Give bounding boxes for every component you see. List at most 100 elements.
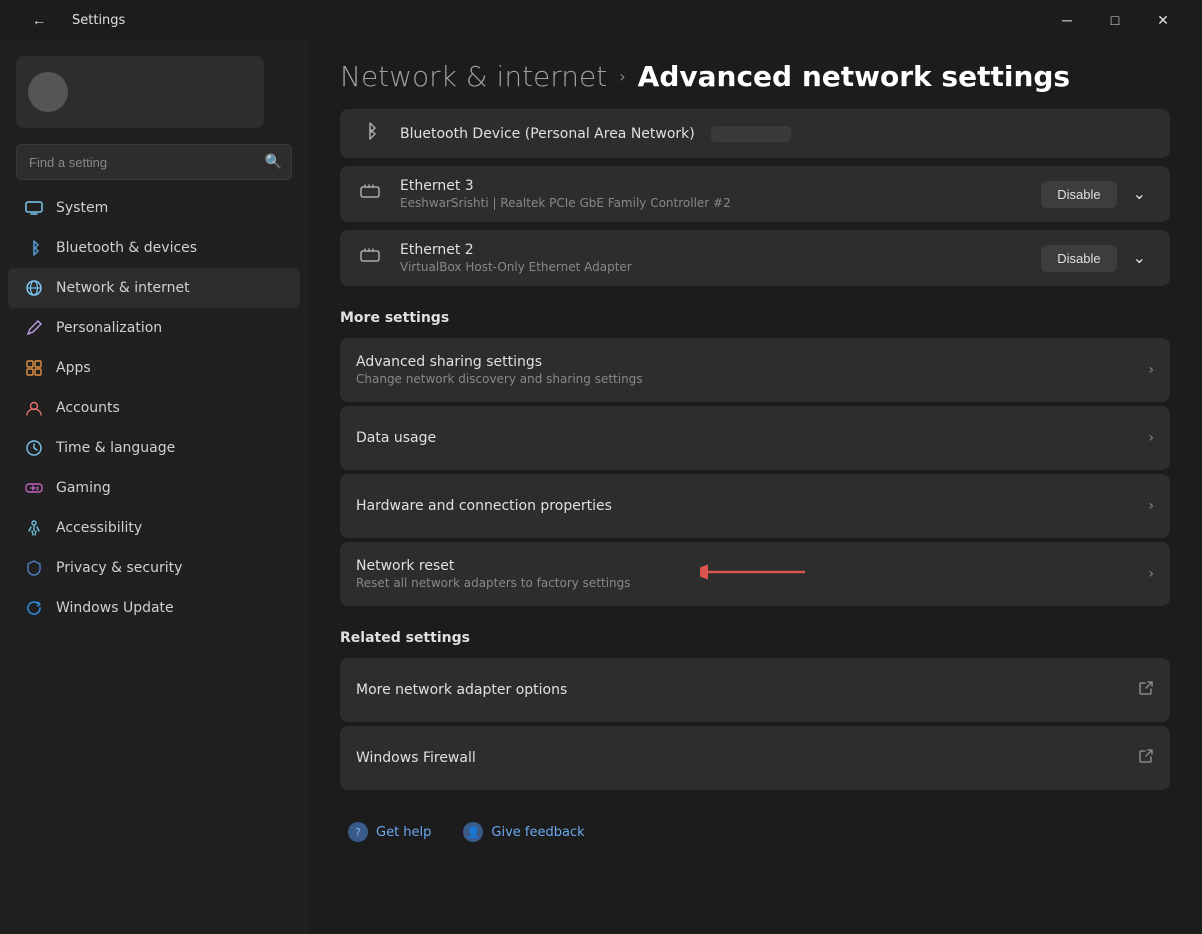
sidebar-item-network[interactable]: Network & internet: [8, 268, 300, 308]
adapter-name-ethernet3: Ethernet 3: [400, 178, 1025, 194]
sidebar-item-update[interactable]: Windows Update: [8, 588, 300, 628]
adapter-name-ethernet2: Ethernet 2: [400, 242, 1025, 258]
sidebar: 🔍 System Bluetooth & devices Network & i…: [0, 40, 308, 934]
footer-links: ? Get help 👤 Give feedback: [340, 822, 1170, 842]
adapter-info-ethernet2: Ethernet 2 VirtualBox Host-Only Ethernet…: [400, 242, 1025, 274]
bluetooth-icon: [24, 238, 44, 258]
more-adapter-options-content: More network adapter options: [356, 682, 1138, 698]
window-controls: ─ □ ✕: [1044, 4, 1186, 36]
titlebar-left: ← Settings: [16, 4, 125, 36]
advanced-sharing-title: Advanced sharing settings: [356, 354, 1148, 370]
more-settings-header: More settings: [340, 310, 1170, 326]
close-button[interactable]: ✕: [1140, 4, 1186, 36]
adapter-ethernet2[interactable]: Ethernet 2 VirtualBox Host-Only Ethernet…: [340, 230, 1170, 286]
get-help-icon: ?: [348, 822, 368, 842]
hardware-properties-content: Hardware and connection properties: [356, 498, 1148, 514]
adapter-desc-ethernet2: VirtualBox Host-Only Ethernet Adapter: [400, 260, 1025, 274]
get-help-link[interactable]: ? Get help: [348, 822, 431, 842]
breadcrumb-parent: Network & internet: [340, 60, 607, 93]
nav-list: System Bluetooth & devices Network & int…: [0, 188, 308, 628]
titlebar: ← Settings ─ □ ✕: [0, 0, 1202, 40]
adapter-icon-ethernet3: [356, 181, 384, 208]
adapter-icon-ethernet2: [356, 245, 384, 272]
sidebar-item-system[interactable]: System: [8, 188, 300, 228]
sidebar-item-label-update: Windows Update: [56, 600, 174, 616]
more-adapter-options-external-icon: [1138, 680, 1154, 700]
sidebar-item-label-network: Network & internet: [56, 280, 190, 296]
breadcrumb: Network & internet › Advanced network se…: [340, 60, 1170, 93]
give-feedback-link[interactable]: 👤 Give feedback: [463, 822, 584, 842]
sidebar-item-label-system: System: [56, 200, 108, 216]
sidebar-item-label-gaming: Gaming: [56, 480, 111, 496]
sidebar-item-time[interactable]: Time & language: [8, 428, 300, 468]
user-profile[interactable]: [16, 56, 264, 128]
windows-firewall-title: Windows Firewall: [356, 750, 1138, 766]
sidebar-item-accounts[interactable]: Accounts: [8, 388, 300, 428]
windows-firewall-content: Windows Firewall: [356, 750, 1138, 766]
search-box: 🔍: [16, 144, 292, 180]
data-usage-row[interactable]: Data usage ›: [340, 406, 1170, 470]
advanced-sharing-row[interactable]: Advanced sharing settings Change network…: [340, 338, 1170, 402]
minimize-button[interactable]: ─: [1044, 4, 1090, 36]
sidebar-item-label-time: Time & language: [56, 440, 175, 456]
red-arrow-indicator: [700, 560, 810, 588]
privacy-icon: [24, 558, 44, 578]
search-icon: 🔍: [265, 154, 282, 170]
give-feedback-label: Give feedback: [491, 825, 584, 840]
get-help-label: Get help: [376, 825, 431, 840]
accessibility-icon: [24, 518, 44, 538]
sidebar-item-privacy[interactable]: Privacy & security: [8, 548, 300, 588]
apps-icon: [24, 358, 44, 378]
sidebar-item-accessibility[interactable]: Accessibility: [8, 508, 300, 548]
maximize-button[interactable]: □: [1092, 4, 1138, 36]
windows-firewall-row[interactable]: Windows Firewall: [340, 726, 1170, 790]
adapter-actions-ethernet3: Disable ⌄: [1041, 180, 1154, 208]
time-icon: [24, 438, 44, 458]
back-button[interactable]: ←: [16, 4, 62, 36]
sidebar-item-gaming[interactable]: Gaming: [8, 468, 300, 508]
hardware-properties-row[interactable]: Hardware and connection properties ›: [340, 474, 1170, 538]
network-reset-chevron: ›: [1148, 566, 1154, 582]
sidebar-item-label-privacy: Privacy & security: [56, 560, 182, 576]
system-icon: [24, 198, 44, 218]
adapter-actions-ethernet2: Disable ⌄: [1041, 244, 1154, 272]
gaming-icon: [24, 478, 44, 498]
sidebar-item-bluetooth[interactable]: Bluetooth & devices: [8, 228, 300, 268]
data-usage-title: Data usage: [356, 430, 1148, 446]
disable-ethernet2-button[interactable]: Disable: [1041, 245, 1116, 272]
search-input[interactable]: [16, 144, 292, 180]
sidebar-item-label-accessibility: Accessibility: [56, 520, 142, 536]
network-reset-row[interactable]: Network reset Reset all network adapters…: [340, 542, 1170, 606]
more-adapter-options-title: More network adapter options: [356, 682, 1138, 698]
update-icon: [24, 598, 44, 618]
related-settings-header: Related settings: [340, 630, 1170, 646]
hardware-properties-chevron: ›: [1148, 498, 1154, 514]
disable-ethernet3-button[interactable]: Disable: [1041, 181, 1116, 208]
advanced-sharing-subtitle: Change network discovery and sharing set…: [356, 372, 1148, 386]
main-content: Network & internet › Advanced network se…: [308, 40, 1202, 934]
sidebar-item-personalization[interactable]: Personalization: [8, 308, 300, 348]
adapter-info-ethernet3: Ethernet 3 EeshwarSrishti | Realtek PCIe…: [400, 178, 1025, 210]
data-usage-content: Data usage: [356, 430, 1148, 446]
breadcrumb-separator: ›: [619, 67, 625, 86]
app-title: Settings: [72, 13, 125, 28]
adapter-ethernet3[interactable]: Ethernet 3 EeshwarSrishti | Realtek PCIe…: [340, 166, 1170, 222]
accounts-icon: [24, 398, 44, 418]
data-usage-chevron: ›: [1148, 430, 1154, 446]
advanced-sharing-chevron: ›: [1148, 362, 1154, 378]
adapter-name-bluetooth: Bluetooth Device (Personal Area Network): [400, 126, 695, 142]
hardware-properties-title: Hardware and connection properties: [356, 498, 1148, 514]
network-icon: [24, 278, 44, 298]
sidebar-item-apps[interactable]: Apps: [8, 348, 300, 388]
adapter-desc-ethernet3: EeshwarSrishti | Realtek PCIe GbE Family…: [400, 196, 1025, 210]
bluetooth-toggle: [711, 126, 791, 142]
expand-ethernet3-button[interactable]: ⌄: [1125, 180, 1154, 208]
adapter-bluetooth[interactable]: Bluetooth Device (Personal Area Network): [340, 109, 1170, 158]
adapter-icon-bluetooth: [356, 121, 384, 146]
more-adapter-options-row[interactable]: More network adapter options: [340, 658, 1170, 722]
personalization-icon: [24, 318, 44, 338]
avatar: [28, 72, 68, 112]
sidebar-item-label-accounts: Accounts: [56, 400, 120, 416]
expand-ethernet2-button[interactable]: ⌄: [1125, 244, 1154, 272]
advanced-sharing-content: Advanced sharing settings Change network…: [356, 354, 1148, 386]
